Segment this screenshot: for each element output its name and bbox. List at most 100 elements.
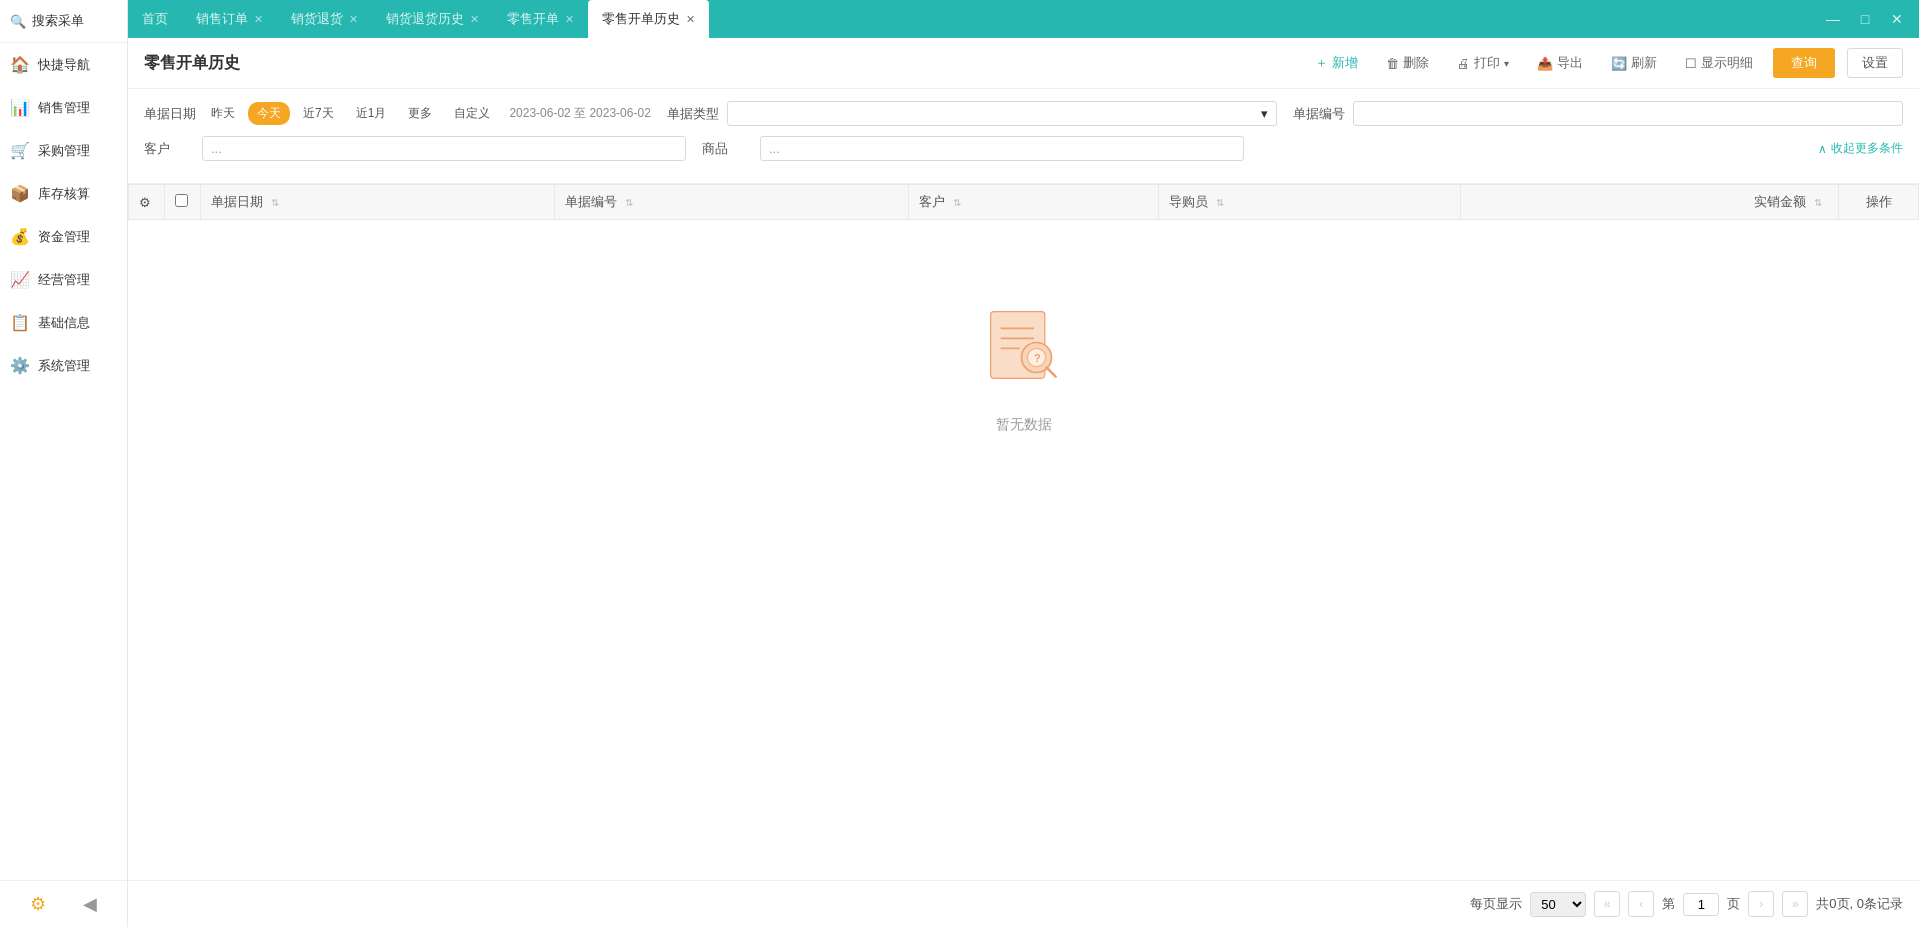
show-detail-button[interactable]: ☐ 显示明细 [1677, 50, 1761, 76]
sort-icon-amount: ⇅ [1814, 197, 1822, 208]
sidebar-item-label: 采购管理 [38, 142, 90, 160]
tab-sales-return-history-label: 销货退货历史 [386, 10, 464, 28]
export-label: 导出 [1557, 54, 1583, 72]
date-btn-custom[interactable]: 自定义 [445, 102, 499, 125]
ops-icon: 📈 [10, 270, 30, 289]
tab-sales-return[interactable]: 销货退货 ✕ [277, 0, 372, 38]
add-label: 新增 [1332, 54, 1358, 72]
sidebar-item-label: 库存核算 [38, 185, 90, 203]
doc-no-input[interactable] [1353, 101, 1903, 126]
page-input[interactable] [1683, 893, 1719, 916]
query-button[interactable]: 查询 [1773, 48, 1835, 78]
filter-area: 单据日期 昨天 今天 近7天 近1月 更多 自定义 2023-06-02 至 2… [128, 89, 1919, 184]
home-icon: 🏠 [10, 55, 30, 74]
sidebar-search[interactable]: 🔍 搜索采单 [0, 0, 127, 43]
tab-sales-order[interactable]: 销售订单 ✕ [182, 0, 277, 38]
print-icon: 🖨 [1457, 56, 1470, 71]
tab-sales-return-close[interactable]: ✕ [349, 13, 358, 26]
box-icon: 📦 [10, 184, 30, 203]
sidebar-item-label: 销售管理 [38, 99, 90, 117]
sidebar-item-label: 经营管理 [38, 271, 90, 289]
add-button[interactable]: ＋ 新增 [1307, 50, 1366, 76]
show-detail-checkbox[interactable]: ☐ [1685, 56, 1697, 71]
export-icon: 📤 [1537, 56, 1553, 71]
customer-dots: ... [211, 141, 222, 156]
select-all-checkbox[interactable] [175, 194, 188, 207]
date-btn-more[interactable]: 更多 [399, 102, 441, 125]
delete-icon: 🗑 [1386, 56, 1399, 71]
cart-icon: 🛒 [10, 141, 30, 160]
page-header: 零售开单历史 ＋ 新增 🗑 删除 🖨 打印 ▾ 📤 导出 [128, 38, 1919, 89]
tab-retail-open-history[interactable]: 零售开单历史 ✕ [588, 0, 709, 38]
add-icon: ＋ [1315, 54, 1328, 72]
sidebar-item-finance[interactable]: 💰 资金管理 [0, 215, 127, 258]
tab-retail-open-close[interactable]: ✕ [565, 13, 574, 26]
toolbar: ＋ 新增 🗑 删除 🖨 打印 ▾ 📤 导出 🔄 [1307, 48, 1903, 78]
tab-sales-return-label: 销货退货 [291, 10, 343, 28]
page-size-select[interactable]: 50 10 20 100 [1530, 892, 1586, 917]
date-btn-yesterday[interactable]: 昨天 [202, 102, 244, 125]
export-button[interactable]: 📤 导出 [1529, 50, 1591, 76]
tab-home[interactable]: 首页 [128, 0, 182, 38]
collapse-filter-btn[interactable]: ∧ 收起更多条件 [1818, 136, 1903, 161]
delete-label: 删除 [1403, 54, 1429, 72]
sidebar-settings-btn[interactable]: ⚙ [30, 893, 46, 915]
col-customer[interactable]: 客户 ⇅ [908, 185, 1158, 220]
sort-icon-date: ⇅ [271, 197, 279, 208]
tab-sales-return-history[interactable]: 销货退货历史 ✕ [372, 0, 493, 38]
delete-button[interactable]: 🗑 删除 [1378, 50, 1437, 76]
sidebar-item-quick-nav[interactable]: 🏠 快捷导航 [0, 43, 127, 86]
page-last-btn[interactable]: » [1782, 891, 1808, 917]
col-salesperson[interactable]: 导购员 ⇅ [1159, 185, 1461, 220]
date-btn-7days[interactable]: 近7天 [294, 102, 343, 125]
sidebar-item-basic-info[interactable]: 📋 基础信息 [0, 301, 127, 344]
refresh-icon: 🔄 [1611, 56, 1627, 71]
page-next-btn[interactable]: › [1748, 891, 1774, 917]
sidebar-item-inventory[interactable]: 📦 库存核算 [0, 172, 127, 215]
sort-icon-docno: ⇅ [625, 197, 633, 208]
sidebar-item-sys-mgmt[interactable]: ⚙️ 系统管理 [0, 344, 127, 387]
sidebar-item-sales-mgmt[interactable]: 📊 销售管理 [0, 86, 127, 129]
date-filter-label: 单据日期 [144, 105, 196, 123]
empty-state: ? 暂无数据 [128, 220, 1919, 514]
col-doc-date[interactable]: 单据日期 ⇅ [201, 185, 555, 220]
sidebar-item-operations[interactable]: 📈 经营管理 [0, 258, 127, 301]
search-icon: 🔍 [10, 14, 26, 29]
customer-input[interactable]: ... [202, 136, 686, 161]
goods-dots: ... [769, 141, 780, 156]
print-button[interactable]: 🖨 打印 ▾ [1449, 50, 1517, 76]
collapse-label: 收起更多条件 [1831, 140, 1903, 157]
refresh-label: 刷新 [1631, 54, 1657, 72]
window-controls: — □ ✕ [1819, 0, 1919, 38]
refresh-button[interactable]: 🔄 刷新 [1603, 50, 1665, 76]
sidebar-search-label: 搜索采单 [32, 12, 84, 30]
date-btn-today[interactable]: 今天 [248, 102, 290, 125]
col-doc-no[interactable]: 单据编号 ⇅ [554, 185, 908, 220]
tab-retail-open[interactable]: 零售开单 ✕ [493, 0, 588, 38]
print-label: 打印 [1474, 54, 1500, 72]
tab-sales-order-close[interactable]: ✕ [254, 13, 263, 26]
col-action: 操作 [1839, 185, 1919, 220]
doc-type-select[interactable]: ▾ [727, 101, 1277, 126]
window-close-btn[interactable]: ✕ [1883, 5, 1911, 33]
page-first-btn[interactable]: « [1594, 891, 1620, 917]
date-btn-1month[interactable]: 近1月 [347, 102, 396, 125]
goods-input[interactable]: ... [760, 136, 1244, 161]
tab-retail-open-history-close[interactable]: ✕ [686, 13, 695, 26]
goods-label: 商品 [702, 140, 752, 158]
sidebar-collapse-btn[interactable]: ◀ [83, 893, 97, 915]
window-minimize-btn[interactable]: — [1819, 5, 1847, 33]
doc-type-label: 单据类型 [667, 105, 719, 123]
col-checkbox[interactable] [165, 185, 201, 220]
sort-icon-salesperson: ⇅ [1216, 197, 1224, 208]
sidebar-item-purchase-mgmt[interactable]: 🛒 采购管理 [0, 129, 127, 172]
sidebar: 🔍 搜索采单 🏠 快捷导航 📊 销售管理 🛒 采购管理 📦 库存核算 💰 资金管… [0, 0, 128, 927]
date-range-display: 2023-06-02 至 2023-06-02 [509, 105, 650, 122]
settings-button[interactable]: 设置 [1847, 48, 1903, 78]
col-settings[interactable]: ⚙ [129, 185, 165, 220]
page-prev-btn[interactable]: ‹ [1628, 891, 1654, 917]
col-actual-amount[interactable]: 实销金额 ⇅ [1461, 185, 1839, 220]
tab-sales-return-history-close[interactable]: ✕ [470, 13, 479, 26]
sidebar-item-label: 资金管理 [38, 228, 90, 246]
window-maximize-btn[interactable]: □ [1851, 5, 1879, 33]
